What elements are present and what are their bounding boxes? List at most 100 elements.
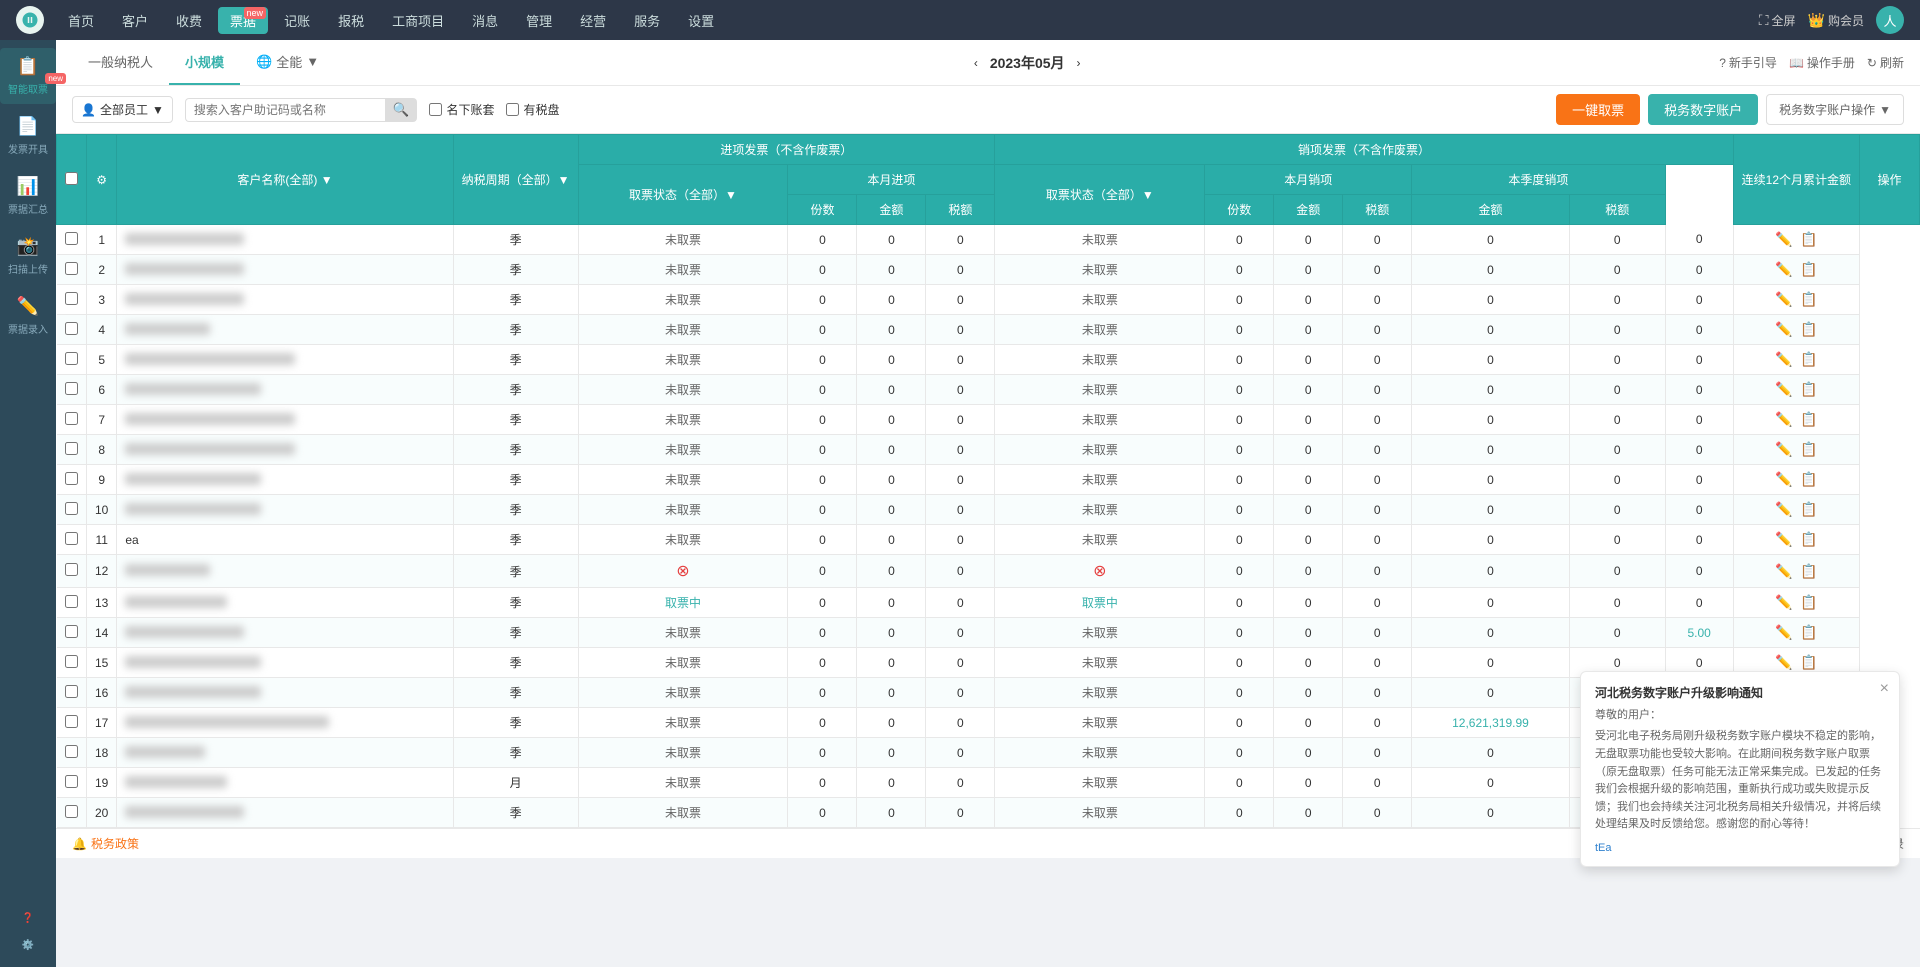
row-checkbox[interactable] xyxy=(65,502,78,515)
search-button[interactable]: 🔍 xyxy=(385,98,418,122)
employee-select[interactable]: 👤 全部员工 ▼ xyxy=(72,96,173,123)
edit-button[interactable]: ✏️ xyxy=(1775,351,1792,367)
row-checkbox[interactable] xyxy=(65,442,78,455)
sidebar-item-settings[interactable]: ⚙️ xyxy=(18,932,38,959)
nav-message[interactable]: 消息 xyxy=(460,7,510,34)
row-checkbox[interactable] xyxy=(65,382,78,395)
row-checkbox[interactable] xyxy=(65,292,78,305)
row-checkbox[interactable] xyxy=(65,412,78,425)
edit-button[interactable]: ✏️ xyxy=(1775,441,1792,457)
copy-button[interactable]: 📋 xyxy=(1800,441,1817,457)
copy-button[interactable]: 📋 xyxy=(1800,594,1817,610)
refund-tax-zero: 0 xyxy=(1614,263,1621,277)
row-checkbox[interactable] xyxy=(65,563,78,576)
copy-button[interactable]: 📋 xyxy=(1800,531,1817,547)
select-all-checkbox[interactable] xyxy=(65,172,78,185)
row-checkbox[interactable] xyxy=(65,595,78,608)
tax-digital-account-ops-button[interactable]: 税务数字账户操作 ▼ xyxy=(1766,94,1904,125)
new-guide-btn[interactable]: ? 新手引导 xyxy=(1719,54,1777,71)
nav-tax[interactable]: 报税 xyxy=(326,7,376,34)
nav-client[interactable]: 客户 xyxy=(110,7,160,34)
months12-value[interactable]: 5.00 xyxy=(1687,626,1710,640)
edit-button[interactable]: ✏️ xyxy=(1775,563,1792,579)
copy-button[interactable]: 📋 xyxy=(1800,501,1817,517)
tax-policy-link[interactable]: 🔔 税务政策 xyxy=(72,835,139,852)
edit-button[interactable]: ✏️ xyxy=(1775,531,1792,547)
nav-manage[interactable]: 管理 xyxy=(514,7,564,34)
row-checkbox[interactable] xyxy=(65,352,78,365)
nav-operation[interactable]: 经营 xyxy=(568,7,618,34)
sidebar-item-invoice-issue[interactable]: 📄 发票开具 xyxy=(0,108,56,164)
fullscreen-btn[interactable]: ⛶ 全屏 xyxy=(1759,12,1796,29)
checkbox-my-accounts[interactable]: 名下账套 xyxy=(429,101,494,118)
copy-button[interactable]: 📋 xyxy=(1800,624,1817,640)
nav-accounting[interactable]: 记账 xyxy=(272,7,322,34)
edit-button[interactable]: ✏️ xyxy=(1775,381,1792,397)
edit-button[interactable]: ✏️ xyxy=(1775,594,1792,610)
copy-button[interactable]: 📋 xyxy=(1800,291,1817,307)
edit-button[interactable]: ✏️ xyxy=(1775,261,1792,277)
nav-home[interactable]: 首页 xyxy=(56,7,106,34)
nav-settings[interactable]: 设置 xyxy=(676,7,726,34)
search-input[interactable] xyxy=(185,98,385,122)
copy-button[interactable]: 📋 xyxy=(1800,563,1817,579)
nav-invoice[interactable]: 票据 new xyxy=(218,7,268,34)
edit-button[interactable]: ✏️ xyxy=(1775,321,1792,337)
row-checkbox[interactable] xyxy=(65,745,78,758)
tab-general-taxpayer[interactable]: 一般纳税人 xyxy=(72,40,169,85)
sidebar-item-invoice-entry[interactable]: ✏️ 票据录入 xyxy=(0,288,56,344)
settings-icon[interactable]: ⚙ xyxy=(96,173,107,187)
sidebar-item-invoice-summary[interactable]: 📊 票据汇总 xyxy=(0,168,56,224)
manual-btn[interactable]: 📖 操作手册 xyxy=(1789,54,1855,71)
tax-digital-account-button[interactable]: 税务数字账户 xyxy=(1648,94,1758,125)
tab-all[interactable]: 🌐 全能 ▼ xyxy=(240,40,335,85)
copy-button[interactable]: 📋 xyxy=(1800,321,1817,337)
edit-button[interactable]: ✏️ xyxy=(1775,471,1792,487)
row-checkbox[interactable] xyxy=(65,625,78,638)
one-click-fetch-button[interactable]: 一键取票 xyxy=(1556,94,1640,125)
edit-button[interactable]: ✏️ xyxy=(1775,231,1792,247)
edit-button[interactable]: ✏️ xyxy=(1775,624,1792,640)
edit-button[interactable]: ✏️ xyxy=(1775,654,1792,670)
sidebar-item-smart-ticket[interactable]: 📋 智能取票 new xyxy=(0,48,56,104)
tab-small-scale[interactable]: 小规模 xyxy=(169,40,240,85)
prev-month-button[interactable]: ‹ xyxy=(974,56,978,70)
row-checkbox[interactable] xyxy=(65,685,78,698)
copy-button[interactable]: 📋 xyxy=(1800,411,1817,427)
row-checkbox[interactable] xyxy=(65,262,78,275)
checkbox-has-tax-disk[interactable]: 有税盘 xyxy=(506,101,559,118)
sidebar-item-scan-upload[interactable]: 📸 扫描上传 xyxy=(0,228,56,284)
copy-button[interactable]: 📋 xyxy=(1800,471,1817,487)
next-month-button[interactable]: › xyxy=(1077,56,1081,70)
col-input-status[interactable]: 取票状态（全部）▼ xyxy=(578,165,788,225)
sidebar-item-help[interactable]: ❓ xyxy=(18,905,38,932)
refresh-btn[interactable]: ↻ 刷新 xyxy=(1867,54,1904,71)
edit-button[interactable]: ✏️ xyxy=(1775,411,1792,427)
nav-fee[interactable]: 收费 xyxy=(164,7,214,34)
edit-button[interactable]: ✏️ xyxy=(1775,501,1792,517)
row-checkbox[interactable] xyxy=(65,322,78,335)
copy-button[interactable]: 📋 xyxy=(1800,654,1817,670)
edit-button[interactable]: ✏️ xyxy=(1775,291,1792,307)
tea-link[interactable]: tEa xyxy=(1595,842,1885,854)
copy-button[interactable]: 📋 xyxy=(1800,261,1817,277)
row-checkbox[interactable] xyxy=(65,715,78,728)
row-checkbox[interactable] xyxy=(65,805,78,818)
nav-business[interactable]: 工商项目 xyxy=(380,7,456,34)
copy-button[interactable]: 📋 xyxy=(1800,351,1817,367)
row-checkbox[interactable] xyxy=(65,532,78,545)
notification-close-button[interactable]: × xyxy=(1880,680,1889,698)
my-accounts-checkbox[interactable] xyxy=(429,103,442,116)
col-output-status[interactable]: 取票状态（全部）▼ xyxy=(995,165,1205,225)
has-tax-disk-checkbox[interactable] xyxy=(506,103,519,116)
copy-button[interactable]: 📋 xyxy=(1800,381,1817,397)
row-checkbox[interactable] xyxy=(65,655,78,668)
row-checkbox[interactable] xyxy=(65,472,78,485)
refund-amount-link[interactable]: 12,621,319.99 xyxy=(1452,716,1529,730)
row-checkbox[interactable] xyxy=(65,232,78,245)
user-avatar[interactable]: 人 xyxy=(1876,6,1904,34)
member-btn[interactable]: 👑 购会员 xyxy=(1808,12,1864,29)
row-checkbox[interactable] xyxy=(65,775,78,788)
copy-button[interactable]: 📋 xyxy=(1800,231,1817,247)
nav-service[interactable]: 服务 xyxy=(622,7,672,34)
